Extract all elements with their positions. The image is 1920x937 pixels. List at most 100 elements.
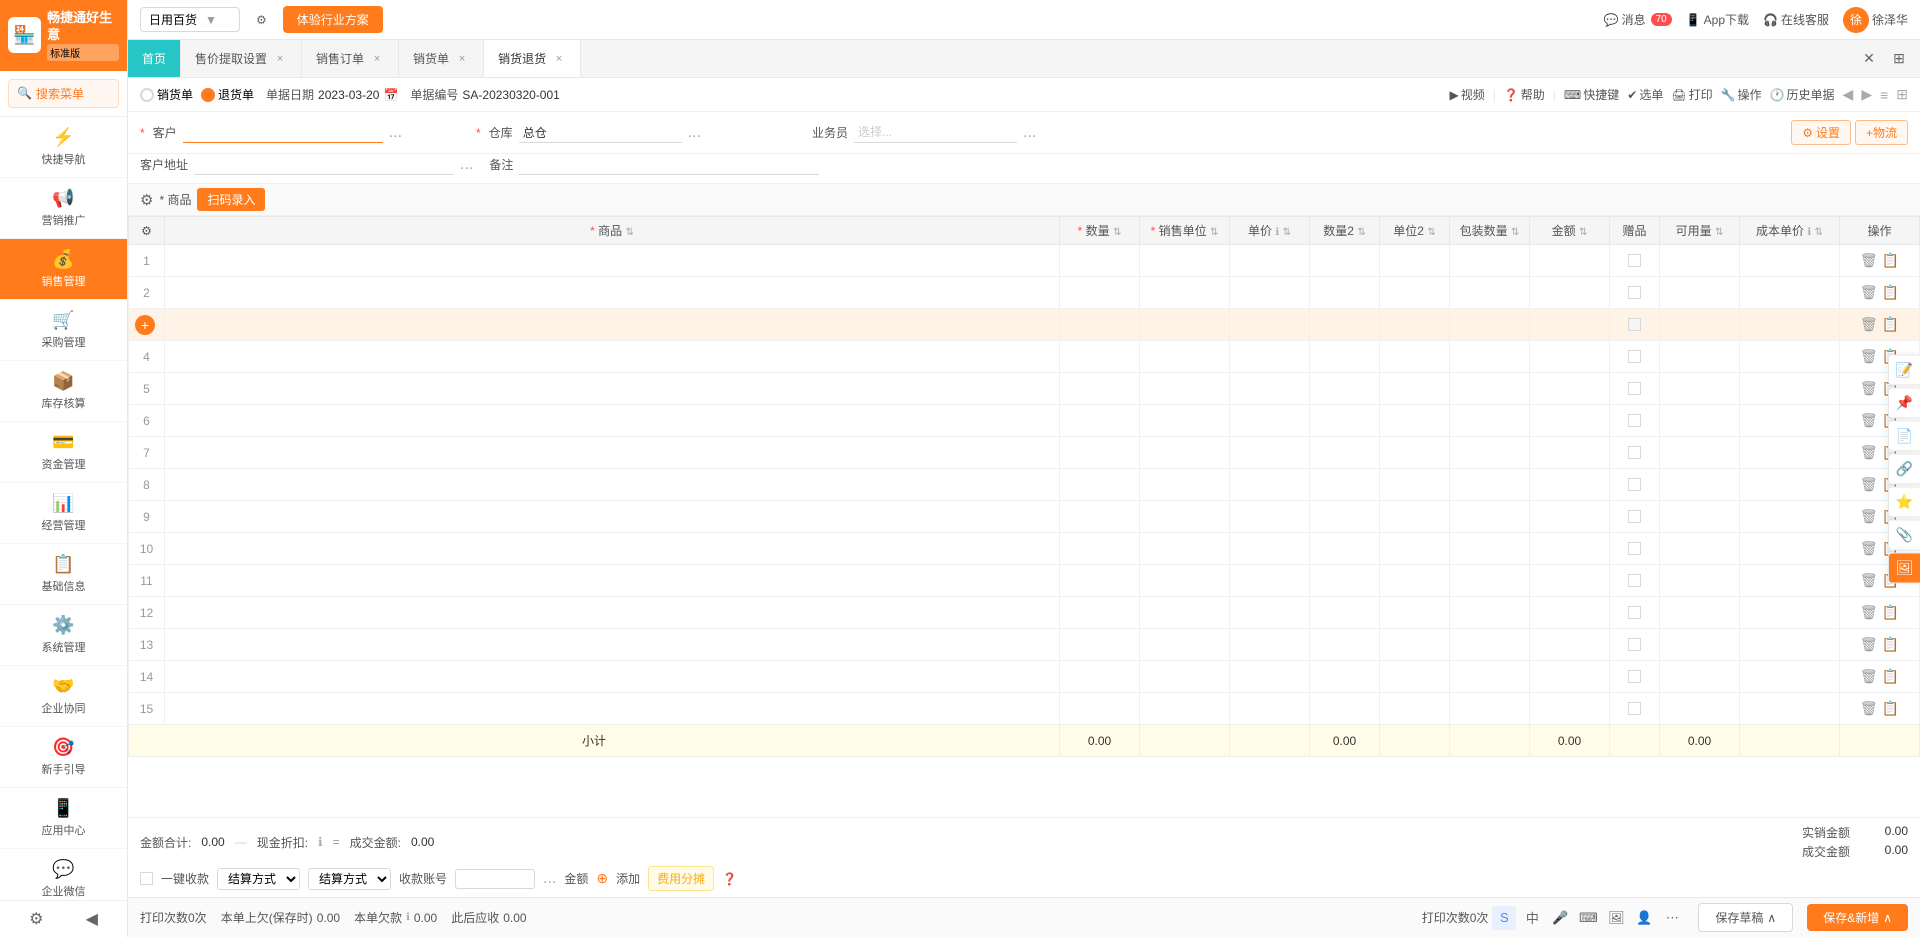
sidebar-item-system[interactable]: ⚙️ 系统管理	[0, 605, 127, 666]
add-payment-icon[interactable]: ⊕	[596, 870, 608, 887]
row-3-qty2[interactable]	[1310, 309, 1380, 341]
delete-icon[interactable]: 🗑	[1860, 604, 1878, 621]
gift-checkbox[interactable]	[1628, 574, 1641, 587]
settle-method-select[interactable]: 结算方式	[217, 868, 300, 890]
gift-checkbox[interactable]	[1628, 414, 1641, 427]
tool-user-btn[interactable]: 👤	[1632, 906, 1656, 930]
tool-s-btn[interactable]: S	[1492, 906, 1516, 930]
prev-record-icon[interactable]: ◀	[1843, 86, 1854, 103]
search-menu-button[interactable]: 🔍 搜索菜单	[8, 79, 119, 108]
row-3-available[interactable]	[1660, 309, 1740, 341]
right-panel-3[interactable]: 📄	[1888, 420, 1920, 451]
copy-icon[interactable]: 📋	[1882, 700, 1899, 717]
next-record-icon[interactable]: ▶	[1861, 86, 1872, 103]
save-new-button[interactable]: 保存&新增 ∧	[1807, 904, 1908, 931]
row-2-available[interactable]	[1660, 277, 1740, 309]
price-settings-close-icon[interactable]: ×	[273, 52, 287, 66]
delete-icon-1[interactable]: 🗑	[1860, 252, 1878, 269]
row-2-pkg[interactable]	[1450, 277, 1530, 309]
tab-sales-delivery[interactable]: 销货单 ×	[399, 40, 484, 77]
calendar-icon[interactable]: 📅	[383, 88, 398, 102]
sidebar-item-basic-info[interactable]: 📋 基础信息	[0, 544, 127, 605]
gift-checkbox-1[interactable]	[1628, 254, 1641, 267]
row-3-unit[interactable]	[1140, 309, 1230, 341]
delete-icon[interactable]: 🗑	[1860, 636, 1878, 653]
row-3-cost[interactable]	[1740, 309, 1840, 341]
settings-footer-icon[interactable]: ⚙	[29, 909, 43, 929]
row-3-product[interactable]	[165, 309, 1060, 341]
gift-checkbox[interactable]	[1628, 606, 1641, 619]
remark-input[interactable]	[519, 154, 819, 175]
table-wrap[interactable]: ⚙ * 商品 ⇅ * 数量 ⇅ * 销售单位 ⇅	[128, 216, 1920, 817]
delete-icon[interactable]: 🗑	[1860, 540, 1878, 557]
salesperson-input[interactable]	[854, 122, 1017, 143]
user-item[interactable]: 徐 徐泽华	[1843, 7, 1908, 33]
tab-home[interactable]: 首页	[128, 40, 181, 77]
row-2-unit2[interactable]	[1380, 277, 1450, 309]
settings-btn[interactable]: ⚙ 设置	[1791, 120, 1851, 145]
tool-keyboard-btn[interactable]: ⌨	[1576, 906, 1600, 930]
row-1-unit[interactable]	[1140, 245, 1230, 277]
grid-view-icon[interactable]: ⊞	[1896, 86, 1908, 103]
sidebar-item-marketing[interactable]: 📢 营销推广	[0, 178, 127, 239]
address-input[interactable]	[194, 154, 454, 175]
row-3-price[interactable]	[1230, 309, 1310, 341]
row-3-unit2[interactable]	[1380, 309, 1450, 341]
row-2-product[interactable]	[165, 277, 1060, 309]
row-3-qty[interactable]	[1060, 309, 1140, 341]
help-action[interactable]: ❓ 帮助	[1504, 86, 1545, 103]
gift-checkbox[interactable]	[1628, 350, 1641, 363]
radio-return[interactable]: 退货单	[201, 86, 254, 103]
tool-mic-btn[interactable]: 🎤	[1548, 906, 1572, 930]
delete-icon[interactable]: 🗑	[1860, 508, 1878, 525]
right-panel-6[interactable]: 📎	[1888, 519, 1920, 550]
row-1-available[interactable]	[1660, 245, 1740, 277]
calc-method-select[interactable]: 结算方式	[308, 868, 391, 890]
sidebar-item-sales[interactable]: 💰 销售管理	[0, 239, 127, 300]
select-action[interactable]: ✔ 选单	[1627, 86, 1663, 103]
tab-sales-return[interactable]: 销货退货 ×	[484, 40, 581, 77]
one-click-pay-checkbox[interactable]	[140, 872, 153, 885]
row-1-unit2[interactable]	[1380, 245, 1450, 277]
delete-icon-2[interactable]: 🗑	[1860, 284, 1878, 301]
sidebar-item-app-center[interactable]: 📱 应用中心	[0, 788, 127, 849]
gift-checkbox-3[interactable]	[1628, 318, 1641, 331]
operation-action[interactable]: 🔧 操作	[1721, 86, 1762, 103]
logistics-btn[interactable]: +物流	[1855, 120, 1908, 145]
gift-checkbox[interactable]	[1628, 542, 1641, 555]
row-3-product-input[interactable]	[171, 318, 1053, 332]
delete-icon[interactable]: 🗑	[1860, 444, 1878, 461]
tab-price-settings[interactable]: 售价提取设置 ×	[181, 40, 302, 77]
delete-icon[interactable]: 🗑	[1860, 572, 1878, 589]
sidebar-item-finance[interactable]: 💳 资金管理	[0, 422, 127, 483]
maximize-btn[interactable]: ⊞	[1886, 46, 1912, 72]
sales-order-close-icon[interactable]: ×	[370, 52, 384, 66]
sidebar-item-operations[interactable]: 📊 经营管理	[0, 483, 127, 544]
right-panel-5[interactable]: ⭐	[1888, 486, 1920, 517]
category-select[interactable]: 日用百货 ▼	[140, 7, 240, 32]
delete-icon[interactable]: 🗑	[1860, 668, 1878, 685]
sidebar-item-wechat[interactable]: 💬 企业微信	[0, 849, 127, 900]
sidebar-item-enterprise[interactable]: 🤝 企业协同	[0, 666, 127, 727]
app-download-item[interactable]: 📱 App下载	[1686, 11, 1749, 28]
right-panel-7[interactable]: 🖼	[1888, 552, 1920, 583]
row-3-amount[interactable]	[1530, 309, 1610, 341]
row-3-pkg[interactable]	[1450, 309, 1530, 341]
row-1-product[interactable]	[165, 245, 1060, 277]
sidebar-item-purchase[interactable]: 🛒 采购管理	[0, 300, 127, 361]
address-more-btn[interactable]: ...	[460, 156, 473, 174]
row-1-cost[interactable]	[1740, 245, 1840, 277]
split-btn[interactable]: 费用分摊	[648, 866, 714, 891]
warehouse-more-btn[interactable]: ...	[688, 124, 701, 142]
row-2-qty2[interactable]	[1310, 277, 1380, 309]
gift-checkbox[interactable]	[1628, 510, 1641, 523]
gift-checkbox[interactable]	[1628, 478, 1641, 491]
radio-delivery[interactable]: 销货单	[140, 86, 193, 103]
copy-icon[interactable]: 📋	[1882, 636, 1899, 653]
row-1-pkg[interactable]	[1450, 245, 1530, 277]
add-row-button[interactable]: +	[135, 315, 155, 335]
copy-icon[interactable]: 📋	[1882, 604, 1899, 621]
gift-checkbox[interactable]	[1628, 446, 1641, 459]
row-2-qty[interactable]	[1060, 277, 1140, 309]
trial-button[interactable]: 体验行业方案	[283, 6, 383, 33]
